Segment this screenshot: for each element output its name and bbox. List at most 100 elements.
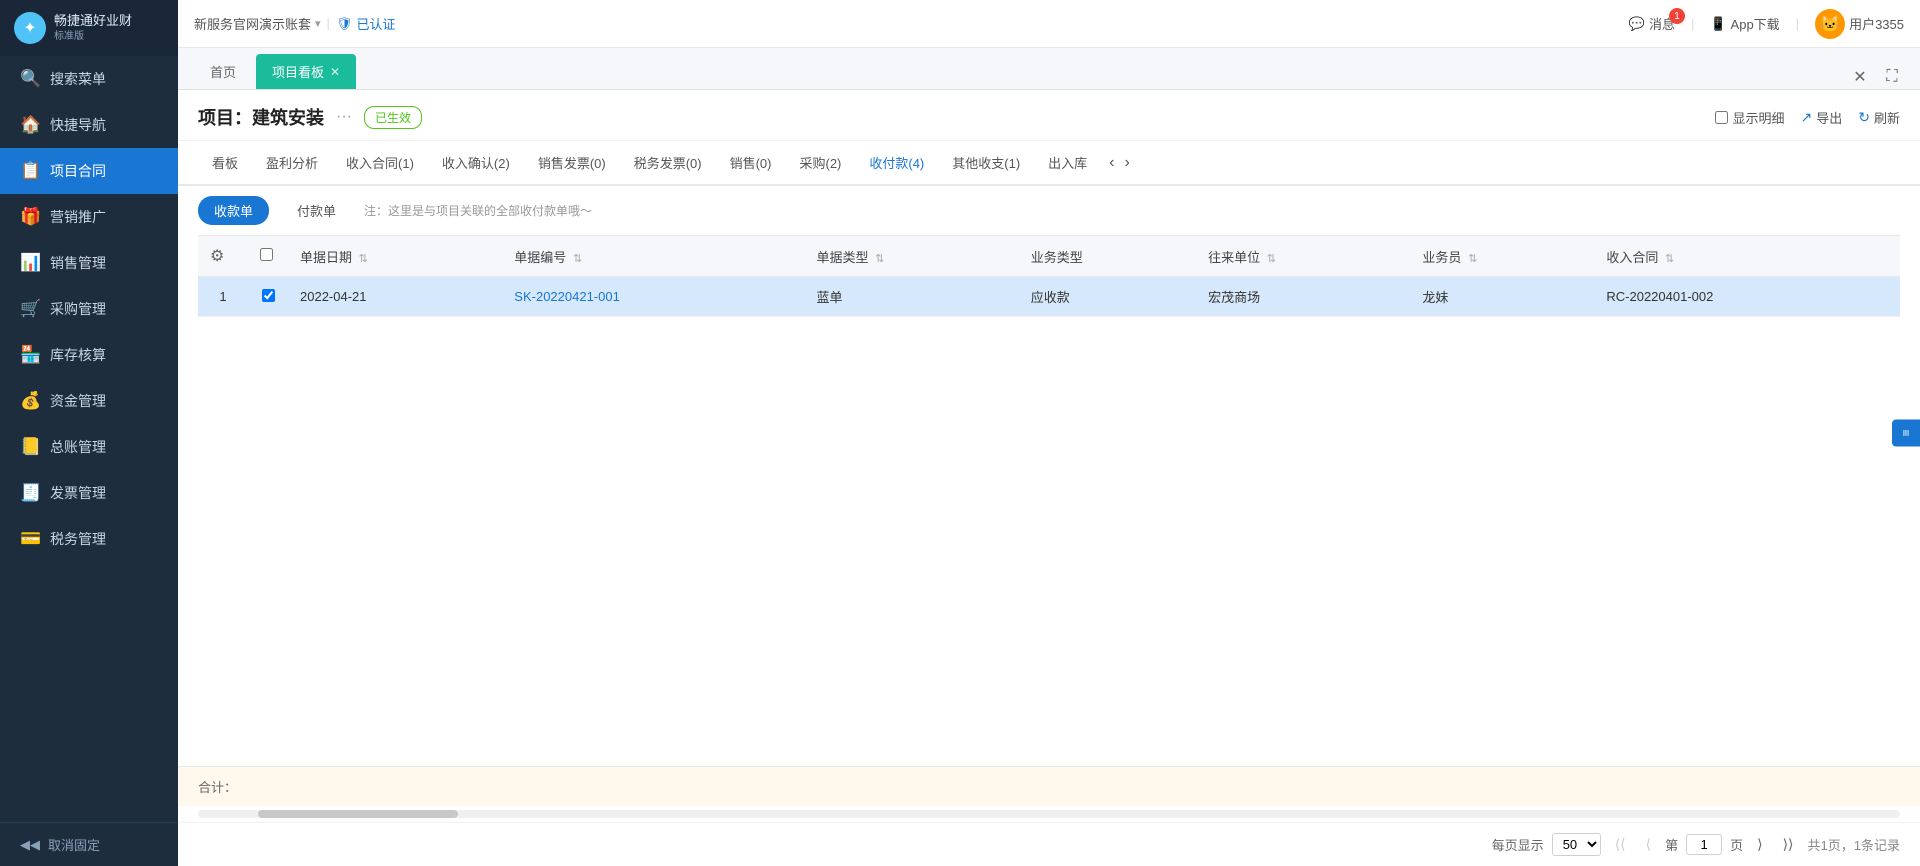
app-download-label: App下载 [1731, 14, 1780, 33]
col-checkbox[interactable] [248, 236, 288, 277]
unpin-button[interactable]: ◀◀ 取消固定 [0, 822, 178, 866]
sub-tab-receipt-payment[interactable]: 收付款(4) [855, 141, 938, 186]
row-checkbox-cell[interactable] [248, 277, 288, 317]
payment-button[interactable]: 付款单 [281, 196, 352, 225]
sort-icon: ⇅ [875, 253, 884, 265]
page-number-input[interactable] [1686, 834, 1722, 855]
show-detail-label: 显示明细 [1732, 108, 1784, 127]
sub-tab-purchase[interactable]: 采购(2) [785, 141, 855, 186]
page-label2: 页 [1730, 835, 1743, 854]
user-avatar: 🐱 [1815, 9, 1845, 39]
sidebar-item-project-contract[interactable]: 📋 项目合同 [0, 148, 178, 194]
sidebar-item-funds[interactable]: 💰 资金管理 [0, 378, 178, 424]
col-doc-date[interactable]: 单据日期 ⇅ [288, 236, 502, 277]
project-header-actions: 显示明细 ↗ 导出 ↻ 刷新 [1715, 108, 1900, 127]
col-settings[interactable]: ⚙ [198, 236, 248, 277]
status-badge: 已生效 [364, 106, 422, 129]
messages-button[interactable]: 💬 消息 1 [1629, 14, 1675, 33]
show-detail-checkbox[interactable]: 显示明细 [1715, 108, 1784, 127]
next-page-button[interactable]: ⟩ [1751, 834, 1768, 855]
sidebar-item-ledger[interactable]: 📒 总账管理 [0, 424, 178, 470]
last-page-button[interactable]: ⟩⟩ [1777, 834, 1800, 855]
sub-tab-income-confirm[interactable]: 收入确认(2) [428, 141, 524, 186]
window-controls: ✕ ⛶ [1848, 65, 1904, 89]
project-header: 项目：建筑安装 ··· 已生效 显示明细 ↗ 导出 ↻ 刷新 [178, 90, 1920, 141]
sub-tab-profit[interactable]: 盈利分析 [252, 141, 332, 186]
sub-tab-kanban[interactable]: 看板 [198, 141, 252, 186]
sub-tab-in-out[interactable]: 出入库 [1034, 141, 1101, 186]
app-download-button[interactable]: 📱 App下载 [1710, 14, 1779, 33]
scrollbar-thumb[interactable] [258, 810, 458, 818]
invoice-icon: 🧾 [20, 483, 40, 503]
more-options-button[interactable]: ··· [336, 108, 352, 126]
sort-icon: ⇅ [1665, 253, 1674, 265]
refresh-icon: ↻ [1858, 109, 1870, 126]
funds-icon: 💰 [20, 391, 40, 411]
account-name: 新服务官网演示账套 [194, 14, 311, 33]
account-selector[interactable]: 新服务官网演示账套 ▾ [194, 14, 321, 33]
maximize-window-button[interactable]: ⛶ [1880, 65, 1904, 89]
table-footer: 合计： [178, 766, 1920, 806]
tab-close-icon[interactable]: ✕ [330, 65, 340, 79]
first-page-button[interactable]: ⟨⟨ [1609, 834, 1632, 855]
export-button[interactable]: ↗ 导出 [1801, 108, 1843, 127]
refresh-button[interactable]: ↻ 刷新 [1858, 108, 1900, 127]
sidebar-item-label: 资金管理 [50, 391, 106, 411]
pagination: 每页显示 50 ⟨⟨ ⟨ 第 页 ⟩ ⟩⟩ 共1页，1条记录 [178, 822, 1920, 866]
sidebar-item-invoice[interactable]: 🧾 发票管理 [0, 470, 178, 516]
show-detail-input[interactable] [1715, 111, 1728, 124]
col-partner[interactable]: 往来单位 ⇅ [1196, 236, 1410, 277]
select-all-checkbox[interactable] [260, 248, 273, 261]
per-page-select[interactable]: 50 [1552, 833, 1601, 856]
col-biz-type: 业务类型 [1019, 236, 1196, 277]
search-icon: 🔍 [20, 69, 40, 89]
sub-tab-sales[interactable]: 销售(0) [716, 141, 786, 186]
sidebar: ✦ 畅捷通好业财 标准版 🔍 搜索菜单 🏠 快捷导航 📋 项目合同 🎁 营销推广… [0, 0, 178, 866]
quick-action-button[interactable]: ≡ [1892, 419, 1920, 446]
message-icon: 💬 [1629, 16, 1645, 32]
sidebar-item-label: 快捷导航 [50, 115, 106, 135]
sub-tab-tax-invoice[interactable]: 税务发票(0) [620, 141, 716, 186]
close-window-button[interactable]: ✕ [1848, 65, 1872, 89]
tab-project-board[interactable]: 项目看板 ✕ [256, 54, 356, 89]
prev-page-button[interactable]: ⟨ [1640, 834, 1657, 855]
row-biz-type: 应收款 [1019, 277, 1196, 317]
tabs-bar: 首页 项目看板 ✕ ✕ ⛶ [178, 48, 1920, 90]
main-content: 新服务官网演示账套 ▾ | 🛡 已认证 💬 消息 1 | 📱 App下载 | 🐱 [178, 0, 1920, 866]
sub-tab-other-income[interactable]: 其他收支(1) [938, 141, 1034, 186]
sub-tab-income-contract[interactable]: 收入合同(1) [332, 141, 428, 186]
receipt-button[interactable]: 收款单 [198, 196, 269, 225]
col-income-contract[interactable]: 收入合同 ⇅ [1594, 236, 1900, 277]
sidebar-item-inventory[interactable]: 🏪 库存核算 [0, 332, 178, 378]
doc-number-link[interactable]: SK-20220421-001 [514, 289, 620, 304]
sub-tab-sales-invoice[interactable]: 销售发票(0) [524, 141, 620, 186]
divider: | [327, 16, 330, 31]
sidebar-item-tax[interactable]: 💳 税务管理 [0, 516, 178, 562]
user-button[interactable]: 🐱 用户3355 [1815, 9, 1904, 39]
horizontal-scrollbar[interactable] [178, 806, 1920, 822]
sidebar-item-purchase[interactable]: 🛒 采购管理 [0, 286, 178, 332]
settings-icon[interactable]: ⚙ [210, 248, 224, 265]
export-label: 导出 [1816, 108, 1842, 127]
row-doc-number[interactable]: SK-20220421-001 [502, 277, 804, 317]
topbar-left: 新服务官网演示账套 ▾ | 🛡 已认证 [194, 14, 1619, 33]
col-doc-number[interactable]: 单据编号 ⇅ [502, 236, 804, 277]
sidebar-item-marketing[interactable]: 🎁 营销推广 [0, 194, 178, 240]
scrollbar-track[interactable] [198, 810, 1900, 818]
table-row[interactable]: 1 2022-04-21 SK-20220421-001 蓝单 应收款 宏茂商场… [198, 277, 1900, 317]
marketing-icon: 🎁 [20, 207, 40, 227]
sidebar-item-sales[interactable]: 📊 销售管理 [0, 240, 178, 286]
sidebar-item-search[interactable]: 🔍 搜索菜单 [0, 56, 178, 102]
pin-icon: ◀◀ [20, 837, 40, 853]
sub-tab-prev-arrow[interactable]: ‹ [1105, 154, 1118, 172]
per-page-label: 每页显示 [1492, 835, 1544, 854]
row-partner: 宏茂商场 [1196, 277, 1410, 317]
row-checkbox[interactable] [262, 289, 275, 302]
sidebar-item-quick-nav[interactable]: 🏠 快捷导航 [0, 102, 178, 148]
col-salesperson[interactable]: 业务员 ⇅ [1410, 236, 1594, 277]
col-doc-type[interactable]: 单据类型 ⇅ [804, 236, 1018, 277]
purchase-icon: 🛒 [20, 299, 40, 319]
tab-home[interactable]: 首页 [194, 54, 252, 89]
sub-tab-next-arrow[interactable]: › [1121, 154, 1134, 172]
divider3: | [1796, 16, 1799, 31]
